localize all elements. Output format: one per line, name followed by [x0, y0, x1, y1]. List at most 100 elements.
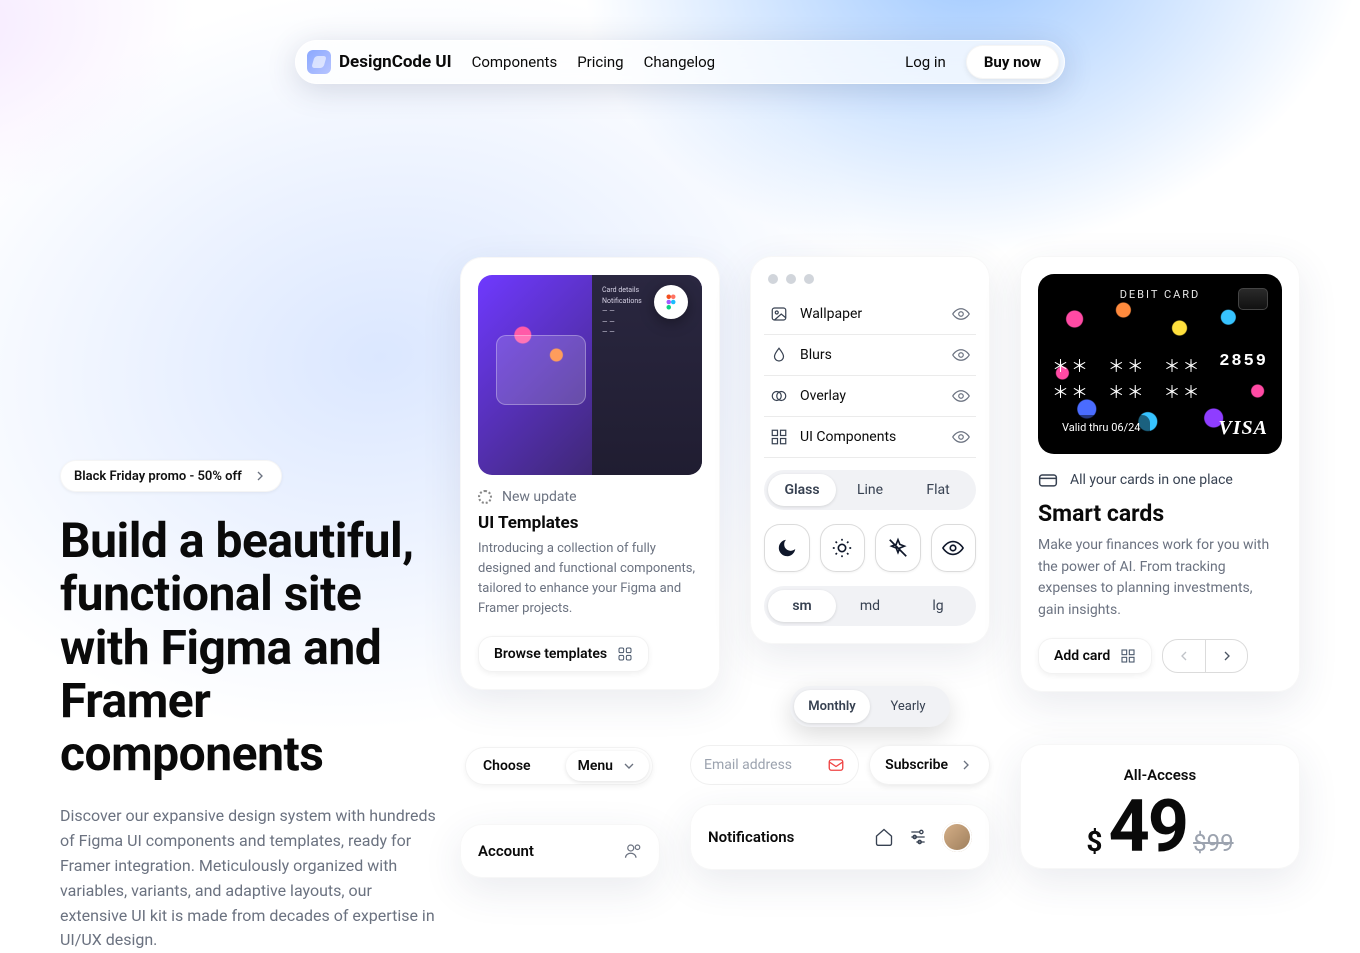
layer-row-components[interactable]: UI Components — [764, 417, 976, 458]
eye-icon[interactable] — [952, 428, 970, 446]
nav-link-changelog[interactable]: Changelog — [644, 53, 715, 71]
grid-icon — [770, 428, 788, 446]
navbar: DesignCode UI Components Pricing Changel… — [295, 40, 1065, 84]
browse-templates-label: Browse templates — [494, 646, 607, 662]
nav-buy-button[interactable]: Buy now — [966, 45, 1059, 79]
moon-icon — [776, 537, 798, 559]
card-smart-cards: DEBIT CARD ＊＊＊＊ ＊＊＊＊ ＊＊＊＊ 2859 Valid thr… — [1020, 256, 1300, 692]
figma-icon — [662, 293, 680, 311]
spinner-icon — [478, 490, 492, 504]
brand[interactable]: DesignCode UI — [307, 50, 452, 74]
card-type: DEBIT CARD — [1052, 288, 1268, 301]
choose-dropdown[interactable]: Menu — [566, 751, 649, 781]
card-number: ＊＊＊＊ ＊＊＊＊ ＊＊＊＊ 2859 — [1052, 352, 1268, 404]
templates-preview-image: Card detailsNotifications— —— —— — — [478, 275, 702, 475]
traffic-max-icon[interactable] — [804, 274, 814, 284]
traffic-min-icon[interactable] — [786, 274, 796, 284]
size-sm[interactable]: sm — [768, 590, 836, 622]
card-num-group: ＊＊＊＊ — [1052, 352, 1108, 404]
chevron-right-icon — [252, 468, 268, 484]
new-update-text: New update — [502, 489, 577, 505]
all-cards-tag: All your cards in one place — [1038, 470, 1282, 490]
traffic-close-icon[interactable] — [768, 274, 778, 284]
hero-title: Build a beautiful, functional site with … — [60, 514, 440, 780]
nav-link-pricing[interactable]: Pricing — [577, 53, 623, 71]
choose-menu-button[interactable]: Choose Menu — [465, 747, 653, 785]
layer-label: Wallpaper — [800, 306, 940, 322]
mode-dark-button[interactable] — [764, 524, 810, 572]
image-icon — [770, 305, 788, 323]
carousel-prev-button[interactable] — [1163, 640, 1205, 672]
email-input[interactable]: Email address — [690, 745, 859, 785]
nav-login[interactable]: Log in — [905, 53, 946, 71]
notifications-title: Notifications — [708, 828, 794, 846]
card-brand: VISA — [1218, 417, 1268, 440]
card-num-last4: 2859 — [1219, 352, 1268, 404]
subscribe-button[interactable]: Subscribe — [869, 745, 990, 785]
billing-yearly[interactable]: Yearly — [870, 690, 946, 723]
subscribe-form: Email address Subscribe — [690, 745, 990, 785]
card-num-group: ＊＊＊＊ — [1108, 352, 1164, 404]
users-icon[interactable] — [624, 842, 642, 860]
layer-label: UI Components — [800, 429, 940, 445]
mode-light-button[interactable] — [820, 524, 866, 572]
carousel-next-button[interactable] — [1205, 640, 1247, 672]
home-icon[interactable] — [874, 827, 894, 847]
mode-preview-button[interactable] — [931, 524, 977, 572]
eye-icon[interactable] — [952, 346, 970, 364]
templates-title: UI Templates — [478, 513, 702, 533]
layer-row-overlay[interactable]: Overlay — [764, 376, 976, 417]
templates-body: Introducing a collection of fully design… — [478, 539, 702, 620]
billing-monthly[interactable]: Monthly — [794, 690, 870, 723]
window-traffic-lights — [764, 270, 976, 294]
eye-icon[interactable] — [952, 305, 970, 323]
figma-badge — [654, 285, 688, 319]
new-update-badge: New update — [478, 489, 702, 505]
mode-noeffects-button[interactable] — [875, 524, 921, 572]
layer-label: Overlay — [800, 388, 940, 404]
size-segment: sm md lg — [764, 586, 976, 626]
sun-icon — [831, 537, 853, 559]
size-lg[interactable]: lg — [904, 590, 972, 622]
components-icon — [617, 646, 633, 662]
eye-icon — [942, 537, 964, 559]
all-cards-text: All your cards in one place — [1070, 472, 1233, 488]
card-layers: Wallpaper Blurs Overlay UI Components Gl… — [750, 256, 990, 644]
layer-label: Blurs — [800, 347, 940, 363]
chevron-down-icon — [621, 758, 637, 774]
add-card-button[interactable]: Add card — [1038, 638, 1152, 674]
sparkles-off-icon — [887, 537, 909, 559]
grid-icon — [1120, 648, 1136, 664]
layer-row-wallpaper[interactable]: Wallpaper — [764, 294, 976, 335]
currency: $ — [1086, 825, 1102, 858]
card-valid: Valid thru 06/24 — [1052, 415, 1150, 440]
style-flat[interactable]: Flat — [904, 474, 972, 506]
avatar[interactable] — [942, 822, 972, 852]
blur-icon — [770, 346, 788, 364]
style-segment: Glass Line Flat — [764, 470, 976, 510]
card-account: Account — [460, 824, 660, 878]
debit-card: DEBIT CARD ＊＊＊＊ ＊＊＊＊ ＊＊＊＊ 2859 Valid thr… — [1038, 274, 1282, 454]
choose-menu-label: Menu — [578, 758, 613, 774]
style-glass[interactable]: Glass — [768, 474, 836, 506]
promo-text: Black Friday promo - 50% off — [74, 469, 242, 484]
mail-icon — [827, 756, 845, 774]
smart-body: Make your finances work for you with the… — [1038, 535, 1282, 622]
style-line[interactable]: Line — [836, 474, 904, 506]
promo-pill[interactable]: Black Friday promo - 50% off — [60, 460, 282, 492]
hero: Black Friday promo - 50% off Build a bea… — [60, 460, 440, 953]
add-card-label: Add card — [1054, 648, 1110, 664]
layer-row-blurs[interactable]: Blurs — [764, 335, 976, 376]
size-md[interactable]: md — [836, 590, 904, 622]
smart-title: Smart cards — [1038, 500, 1282, 527]
card-notifications: Notifications — [690, 804, 990, 870]
card-ui-templates: Card detailsNotifications— —— —— — New u… — [460, 257, 720, 690]
sliders-icon[interactable] — [908, 827, 928, 847]
browse-templates-button[interactable]: Browse templates — [478, 636, 649, 672]
arrow-right-icon — [1219, 648, 1235, 664]
overlay-icon — [770, 387, 788, 405]
subscribe-label: Subscribe — [885, 757, 948, 773]
price: $ 49 $99 — [1038, 784, 1282, 869]
nav-link-components[interactable]: Components — [472, 53, 558, 71]
eye-icon[interactable] — [952, 387, 970, 405]
